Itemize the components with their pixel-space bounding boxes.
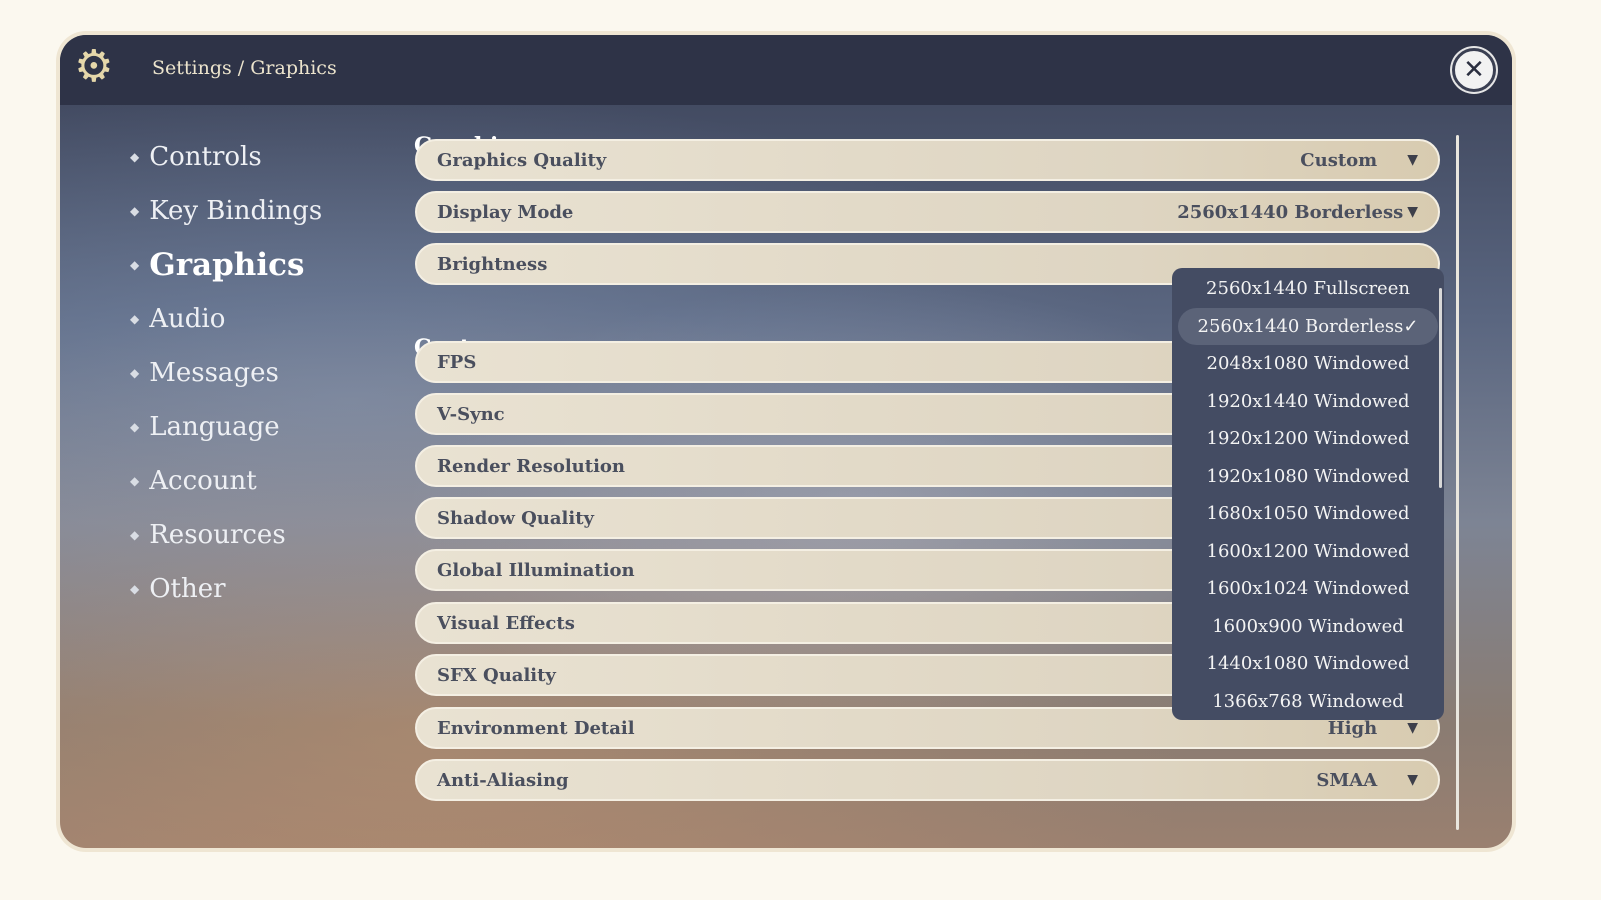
sidebar-item-label: Controls <box>149 142 262 172</box>
dropdown-option[interactable]: 1366x768 Windowed <box>1178 683 1438 721</box>
dropdown-option[interactable]: 1680x1050 Windowed <box>1178 495 1438 533</box>
sidebar-item-messages[interactable]: ◆ Messages <box>130 346 322 400</box>
sidebar-item-other[interactable]: ◆ Other <box>130 562 322 616</box>
option-label: 1920x1080 Windowed <box>1206 465 1410 487</box>
setting-value: High <box>1327 717 1378 739</box>
setting-row-anti-aliasing[interactable]: Anti-Aliasing SMAA ▼ <box>415 759 1440 801</box>
sidebar-item-key-bindings[interactable]: ◆ Key Bindings <box>130 184 322 238</box>
setting-label: FPS <box>437 351 477 373</box>
checkmark-icon: ✓ <box>1403 315 1419 337</box>
setting-label: Graphics Quality <box>437 149 607 171</box>
diamond-icon: ◆ <box>130 366 140 380</box>
sidebar-item-label: Messages <box>149 358 279 388</box>
setting-row-graphics-quality[interactable]: Graphics Quality Custom ▼ <box>415 139 1440 181</box>
setting-label: Visual Effects <box>437 612 575 634</box>
sidebar-item-resources[interactable]: ◆ Resources <box>130 508 322 562</box>
sidebar-item-label: Key Bindings <box>149 196 323 226</box>
setting-label: Environment Detail <box>437 717 635 739</box>
header-bar: ⚙ Settings / Graphics ✕ <box>60 35 1512 105</box>
dropdown-option[interactable]: 2560x1440 Fullscreen <box>1178 270 1438 308</box>
sidebar-item-label: Audio <box>149 304 226 334</box>
sidebar-item-language[interactable]: ◆ Language <box>130 400 322 454</box>
option-label: 1366x768 Windowed <box>1212 690 1404 712</box>
option-label: 1440x1080 Windowed <box>1206 653 1410 675</box>
dropdown-option[interactable]: 1920x1080 Windowed <box>1178 458 1438 496</box>
setting-value: 2560x1440 Borderless <box>1177 201 1404 223</box>
setting-label: Anti-Aliasing <box>437 769 569 791</box>
option-label: 1600x1200 Windowed <box>1206 540 1410 562</box>
breadcrumb: Settings / Graphics <box>152 57 337 79</box>
option-label: 1920x1440 Windowed <box>1206 390 1410 412</box>
diamond-icon: ◆ <box>130 420 140 434</box>
dropdown-option[interactable]: 1920x1440 Windowed <box>1178 383 1438 421</box>
dropdown-option[interactable]: 2048x1080 Windowed <box>1178 345 1438 383</box>
option-label: 2048x1080 Windowed <box>1206 353 1410 375</box>
option-label: 2560x1440 Borderless <box>1197 315 1404 337</box>
setting-label: V-Sync <box>437 403 505 425</box>
diamond-icon: ◆ <box>130 312 140 326</box>
caret-down-icon: ▼ <box>1407 204 1418 220</box>
dropdown-option[interactable]: 2560x1440 Borderless ✓ <box>1178 307 1438 345</box>
settings-window: ⚙ Settings / Graphics ✕ ◆ Controls ◆ Key Bi… <box>60 35 1512 848</box>
sidebar-item-audio[interactable]: ◆ Audio <box>130 292 322 346</box>
diamond-icon: ◆ <box>130 150 140 164</box>
setting-label: Brightness <box>437 253 548 275</box>
dropdown-option[interactable]: 1440x1080 Windowed <box>1178 645 1438 683</box>
diamond-icon: ◆ <box>130 528 140 542</box>
diamond-icon: ◆ <box>130 474 140 488</box>
setting-value: SMAA <box>1316 769 1378 791</box>
sidebar-item-label: Resources <box>149 520 286 550</box>
display-mode-dropdown-menu: 2560x1440 Fullscreen 2560x1440 Borderless… <box>1172 268 1444 720</box>
option-label: 1680x1050 Windowed <box>1206 503 1410 525</box>
option-label: 1600x1024 Windowed <box>1206 578 1410 600</box>
setting-label: Global Illumination <box>437 559 635 581</box>
option-label: 1600x900 Windowed <box>1212 615 1404 637</box>
caret-down-icon: ▼ <box>1407 152 1418 168</box>
sidebar-item-label: Language <box>149 412 280 442</box>
sidebar-item-account[interactable]: ◆ Account <box>130 454 322 508</box>
setting-value: Custom <box>1300 149 1378 171</box>
dropdown-option[interactable]: 1600x1200 Windowed <box>1178 533 1438 571</box>
diamond-icon: ◆ <box>130 582 140 596</box>
setting-label: Display Mode <box>437 201 574 223</box>
close-icon: ✕ <box>1463 55 1485 85</box>
dropdown-option[interactable]: 1920x1200 Windowed <box>1178 420 1438 458</box>
sidebar-item-label: Other <box>149 574 226 604</box>
dropdown-scrollbar[interactable] <box>1439 288 1442 488</box>
close-button[interactable]: ✕ <box>1452 48 1496 92</box>
caret-down-icon: ▼ <box>1407 772 1418 788</box>
scrollbar[interactable] <box>1456 135 1459 830</box>
dropdown-option[interactable]: 1600x900 Windowed <box>1178 608 1438 646</box>
sidebar-nav: ◆ Controls ◆ Key Bindings ◆ Graphics ◆ Audio ◆ Me… <box>130 130 322 616</box>
option-label: 2560x1440 Fullscreen <box>1206 278 1410 300</box>
sidebar-item-label: Graphics <box>149 247 305 283</box>
diamond-icon: ◆ <box>130 258 140 272</box>
caret-down-icon: ▼ <box>1407 720 1418 736</box>
sidebar-item-graphics[interactable]: ◆ Graphics <box>130 238 322 292</box>
diamond-icon: ◆ <box>130 204 140 218</box>
sidebar-item-label: Account <box>149 466 257 496</box>
setting-label: Shadow Quality <box>437 507 594 529</box>
sidebar-item-controls[interactable]: ◆ Controls <box>130 130 322 184</box>
setting-row-display-mode[interactable]: Display Mode 2560x1440 Borderless ▼ <box>415 191 1440 233</box>
setting-label: SFX Quality <box>437 664 556 686</box>
setting-label: Render Resolution <box>437 455 626 477</box>
dropdown-option[interactable]: 1600x1024 Windowed <box>1178 570 1438 608</box>
option-label: 1920x1200 Windowed <box>1206 428 1410 450</box>
gear-icon: ⚙ <box>74 41 114 92</box>
